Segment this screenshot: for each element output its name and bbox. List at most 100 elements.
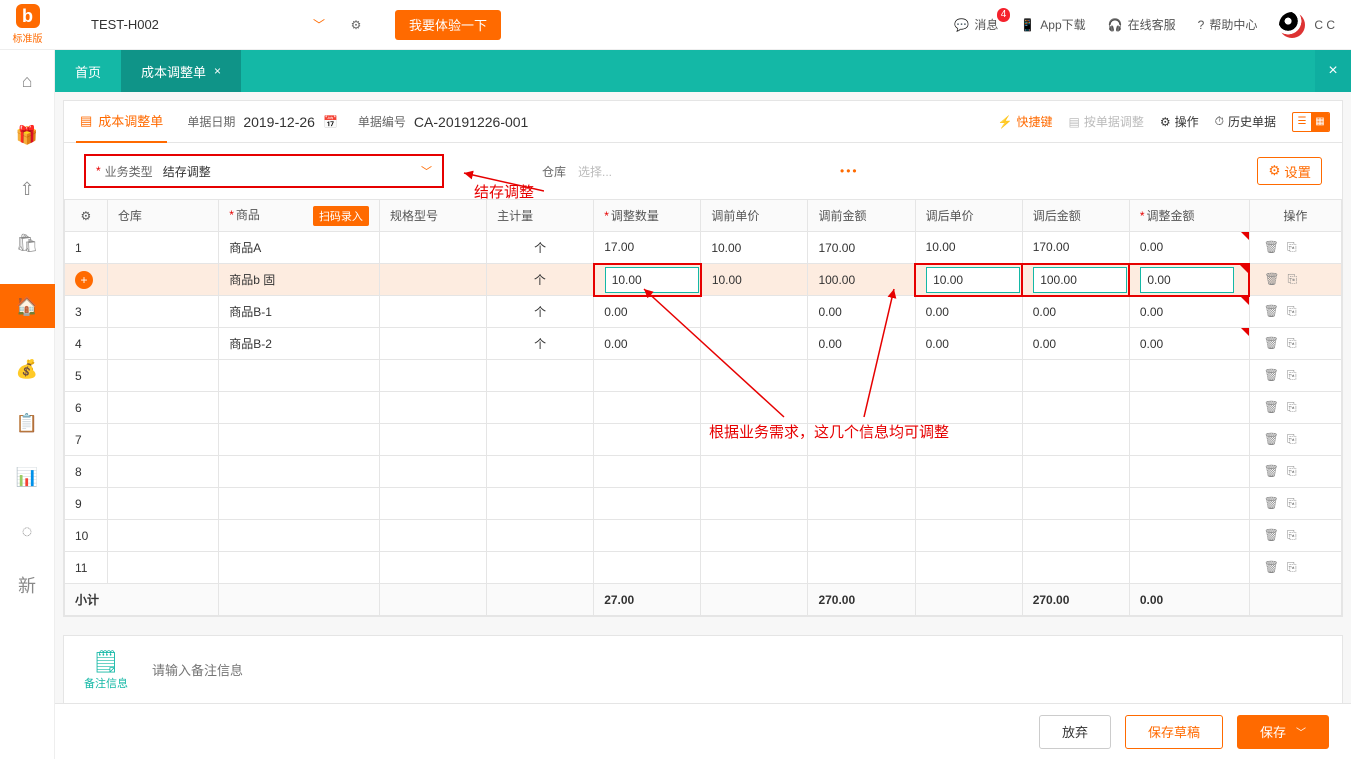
store-selector[interactable]: TEST-H002 ﹀: [83, 10, 333, 40]
user-menu[interactable]: C C: [1279, 12, 1335, 38]
col-adjamt[interactable]: 调整金额: [1129, 200, 1249, 232]
ops-menu[interactable]: ⚙操作: [1160, 113, 1199, 130]
sidebar-new-icon[interactable]: 新: [0, 572, 55, 598]
biztype-select[interactable]: * 业务类型 结存调整 ﹀: [84, 154, 444, 188]
close-panel-button[interactable]: ×: [1315, 50, 1351, 92]
delete-row-icon[interactable]: 🗑: [1264, 560, 1279, 574]
table-row[interactable]: 1商品A个17.0010.00170.0010.00170.000.00🗑⎘: [65, 232, 1342, 264]
experience-button[interactable]: 我要体验一下: [395, 10, 501, 40]
table-row[interactable]: 5🗑⎘: [65, 360, 1342, 392]
customer-service[interactable]: 🎧 在线客服: [1108, 16, 1176, 33]
sidebar-money-icon[interactable]: 💰: [0, 356, 55, 382]
delete-row-icon[interactable]: 🗑: [1264, 240, 1279, 254]
gear-icon[interactable]: ⚙: [341, 10, 371, 40]
remarks-input[interactable]: [152, 663, 552, 678]
col-preamt[interactable]: 调前金额: [808, 200, 915, 232]
table-row[interactable]: 7🗑⎘: [65, 424, 1342, 456]
copy-row-icon[interactable]: ⎘: [1287, 304, 1297, 318]
table-row[interactable]: +商品b 固个10.0010.00100.0010.00100.000.00🗑⎘: [65, 264, 1342, 296]
messages-badge: 4: [997, 8, 1011, 22]
postamt-input[interactable]: 100.00: [1033, 267, 1127, 293]
delete-row-icon[interactable]: 🗑: [1264, 304, 1279, 318]
copy-row-icon[interactable]: ⎘: [1288, 272, 1298, 286]
sidebar-cycle-icon[interactable]: ◌: [0, 518, 55, 544]
view-grid-icon[interactable]: ▦: [1311, 113, 1329, 131]
col-preprice[interactable]: 调前单价: [701, 200, 808, 232]
copy-row-icon[interactable]: ⎘: [1287, 368, 1297, 382]
copy-row-icon[interactable]: ⎘: [1287, 496, 1297, 510]
scan-tag[interactable]: 扫码录入: [313, 206, 369, 226]
doc-tab[interactable]: ▤ 成本调整单: [76, 101, 167, 143]
tab-cost-adjust[interactable]: 成本调整单 ×: [121, 50, 241, 92]
messages[interactable]: 💬 消息 4: [954, 16, 998, 33]
hotkey-button[interactable]: ⚡快捷键: [998, 113, 1053, 130]
qty-input[interactable]: 10.00: [605, 267, 699, 293]
sidebar-clipboard-icon[interactable]: 📋: [0, 410, 55, 436]
sidebar-warehouse-icon[interactable]: 🏠: [0, 284, 55, 328]
sidebar-report-icon[interactable]: 📊: [0, 464, 55, 490]
help-center[interactable]: ? 帮助中心: [1198, 16, 1258, 33]
cell-qty: [594, 520, 701, 552]
cell-adjamt: [1129, 552, 1249, 584]
delete-row-icon[interactable]: 🗑: [1264, 400, 1279, 414]
postprice-input[interactable]: 10.00: [926, 267, 1020, 293]
setup-label: 设置: [1284, 162, 1311, 181]
col-unit[interactable]: 主计量: [487, 200, 594, 232]
delete-row-icon[interactable]: 🗑: [1264, 336, 1279, 350]
delete-row-icon[interactable]: 🗑: [1264, 528, 1279, 542]
col-spec[interactable]: 规格型号: [379, 200, 486, 232]
more-icon[interactable]: •••: [840, 164, 859, 178]
cell-adjamt: [1129, 392, 1249, 424]
app-download[interactable]: 📱 App下载: [1020, 16, 1085, 33]
copy-row-icon[interactable]: ⎘: [1287, 432, 1297, 446]
col-gear[interactable]: ⚙: [65, 200, 108, 232]
save-button[interactable]: 保存﹀: [1237, 715, 1329, 749]
col-postamt[interactable]: 调后金额: [1022, 200, 1129, 232]
view-list-icon[interactable]: ☰: [1293, 113, 1311, 131]
copy-row-icon[interactable]: ⎘: [1287, 400, 1297, 414]
cell-preprice: [701, 328, 808, 360]
copy-row-icon[interactable]: ⎘: [1287, 336, 1297, 350]
tab-home[interactable]: 首页: [55, 50, 121, 92]
col-product-label: 商品: [236, 208, 260, 222]
table-row[interactable]: 4商品B-2个0.000.000.000.000.00🗑⎘: [65, 328, 1342, 360]
copy-row-icon[interactable]: ⎘: [1287, 464, 1297, 478]
table-row[interactable]: 6🗑⎘: [65, 392, 1342, 424]
delete-row-icon[interactable]: 🗑: [1264, 272, 1279, 286]
per-doc-toggle[interactable]: ▤按单据调整: [1068, 113, 1143, 130]
delete-row-icon[interactable]: 🗑: [1264, 464, 1279, 478]
row-index: 3: [65, 296, 108, 328]
close-icon[interactable]: ×: [214, 64, 221, 78]
table-row[interactable]: 9🗑⎘: [65, 488, 1342, 520]
add-row-button[interactable]: +: [75, 271, 93, 289]
calendar-icon[interactable]: 📅: [323, 115, 338, 129]
setup-button[interactable]: ⚙设置: [1257, 157, 1322, 185]
col-postprice[interactable]: 调后单价: [915, 200, 1022, 232]
date-value[interactable]: 2019-12-26: [243, 114, 315, 130]
col-product[interactable]: 商品 扫码录入: [219, 200, 380, 232]
table-row[interactable]: 10🗑⎘: [65, 520, 1342, 552]
history-button[interactable]: ⏱历史单据: [1215, 113, 1276, 130]
sidebar-home-icon[interactable]: ⌂: [0, 68, 55, 94]
delete-row-icon[interactable]: 🗑: [1264, 432, 1279, 446]
save-draft-button[interactable]: 保存草稿: [1125, 715, 1223, 749]
table-row[interactable]: 8🗑⎘: [65, 456, 1342, 488]
table-row[interactable]: 3商品B-1个0.000.000.000.000.00🗑⎘: [65, 296, 1342, 328]
table-row[interactable]: 11🗑⎘: [65, 552, 1342, 584]
sidebar-gift-icon[interactable]: 🎁: [0, 122, 55, 148]
view-toggle[interactable]: ☰ ▦: [1292, 112, 1330, 132]
adjamt-input[interactable]: 0.00: [1140, 267, 1234, 293]
remarks-label: 备注信息: [84, 675, 128, 691]
warehouse-select[interactable]: 仓库 选择...: [542, 163, 612, 180]
delete-row-icon[interactable]: 🗑: [1264, 368, 1279, 382]
col-qty[interactable]: 调整数量: [594, 200, 701, 232]
delete-row-icon[interactable]: 🗑: [1264, 496, 1279, 510]
cell-spec: [379, 456, 486, 488]
copy-row-icon[interactable]: ⎘: [1287, 528, 1297, 542]
col-warehouse[interactable]: 仓库: [107, 200, 218, 232]
sidebar-house-icon[interactable]: ⇧: [0, 176, 55, 202]
copy-row-icon[interactable]: ⎘: [1287, 240, 1297, 254]
discard-button[interactable]: 放弃: [1039, 715, 1111, 749]
copy-row-icon[interactable]: ⎘: [1287, 560, 1297, 574]
sidebar-bag-icon[interactable]: 🛍: [0, 230, 55, 256]
